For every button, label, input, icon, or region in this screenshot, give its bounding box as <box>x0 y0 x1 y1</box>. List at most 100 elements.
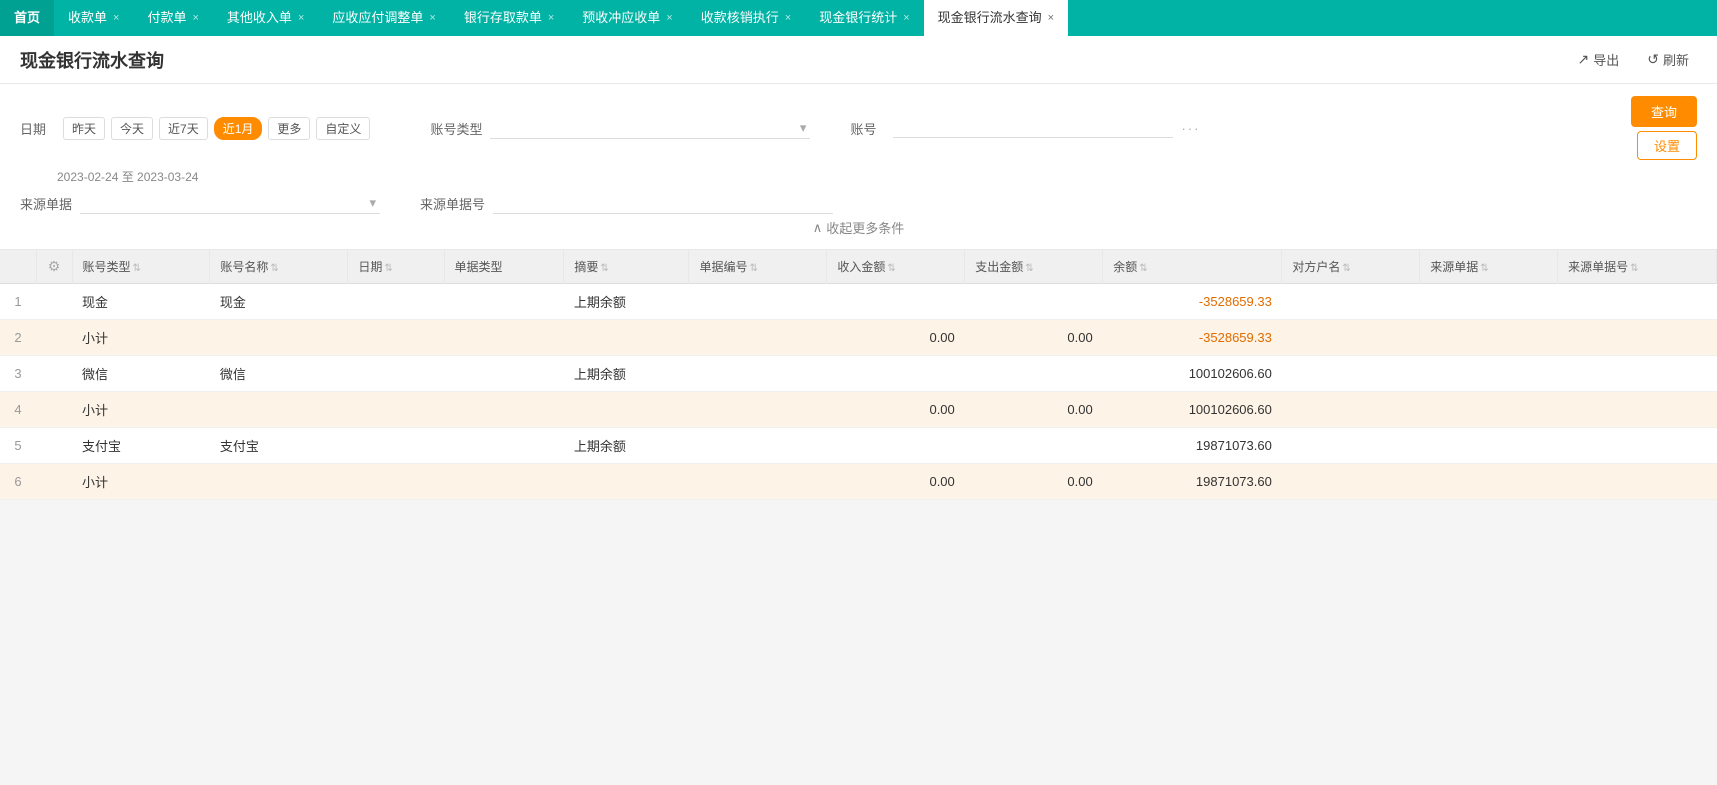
row-gear-cell <box>36 464 72 500</box>
sort-icon: ⇅ <box>600 263 608 274</box>
close-tab-icon[interactable]: × <box>192 0 198 36</box>
row-gear-cell <box>36 428 72 464</box>
cell-summary <box>564 392 689 428</box>
cell-source_doc_no <box>1558 284 1717 320</box>
account-type-select[interactable]: ▾ <box>490 118 810 139</box>
cell-doc_type <box>444 392 564 428</box>
close-tab-icon[interactable]: × <box>113 0 119 36</box>
nav-tab-现金银行流水查询[interactable]: 现金银行流水查询× <box>924 0 1068 36</box>
cell-account_name <box>210 320 348 356</box>
date-options: 昨天今天近7天近1月更多自定义 <box>63 117 370 140</box>
cell-summary <box>564 464 689 500</box>
close-tab-icon[interactable]: × <box>1048 0 1054 36</box>
sort-icon: ⇅ <box>270 263 278 274</box>
table-row: 2小计0.000.00-3528659.33 <box>0 320 1717 356</box>
date-label: 日期 <box>20 119 55 138</box>
sort-icon: ⇅ <box>887 263 895 274</box>
source-doc-no-input[interactable] <box>493 194 833 214</box>
col-income[interactable]: 收入金额⇅ <box>827 250 965 284</box>
date-option-近7天[interactable]: 近7天 <box>159 117 208 140</box>
header-actions: ↗ 导出 ↺ 刷新 <box>1570 46 1698 73</box>
col-source_doc[interactable]: 来源单据⇅ <box>1420 250 1558 284</box>
cell-doc_type <box>444 320 564 356</box>
nav-tab-收款单[interactable]: 收款单× <box>54 0 133 36</box>
cell-counterpart <box>1282 392 1420 428</box>
row-number: 2 <box>0 320 36 356</box>
nav-tab-银行存取款单[interactable]: 银行存取款单× <box>450 0 568 36</box>
col-doc_no[interactable]: 单据编号⇅ <box>689 250 827 284</box>
cell-balance: 19871073.60 <box>1103 428 1282 464</box>
nav-tab-其他收入单[interactable]: 其他收入单× <box>213 0 318 36</box>
cell-source_doc <box>1420 284 1558 320</box>
nav-tab-收款核销执行[interactable]: 收款核销执行× <box>687 0 805 36</box>
settings-button[interactable]: 设置 <box>1637 131 1697 160</box>
account-type-filter: 账号类型 ▾ <box>430 118 810 139</box>
sort-icon: ⇅ <box>1025 263 1033 274</box>
cell-balance: -3528659.33 <box>1103 284 1282 320</box>
refresh-button[interactable]: ↺ 刷新 <box>1639 46 1697 73</box>
account-input[interactable] <box>893 118 1173 138</box>
cell-doc_type <box>444 356 564 392</box>
col-summary[interactable]: 摘要⇅ <box>564 250 689 284</box>
col-account_name[interactable]: 账号名称⇅ <box>210 250 348 284</box>
cell-summary: 上期余额 <box>564 356 689 392</box>
close-tab-icon[interactable]: × <box>903 0 909 36</box>
table-row: 5支付宝支付宝上期余额19871073.60 <box>0 428 1717 464</box>
date-option-昨天[interactable]: 昨天 <box>63 117 105 140</box>
nav-home[interactable]: 首页 <box>0 0 54 36</box>
cell-counterpart <box>1282 428 1420 464</box>
cell-account_type: 微信 <box>72 356 210 392</box>
col-counterpart[interactable]: 对方户名⇅ <box>1282 250 1420 284</box>
nav-tab-现金银行统计[interactable]: 现金银行统计× <box>805 0 923 36</box>
date-option-近1月[interactable]: 近1月 <box>214 117 263 140</box>
date-option-更多[interactable]: 更多 <box>268 117 310 140</box>
sort-icon: ⇅ <box>1480 263 1488 274</box>
cell-doc_type <box>444 284 564 320</box>
sort-icon: ⇅ <box>749 263 757 274</box>
date-option-今天[interactable]: 今天 <box>111 117 153 140</box>
nav-tab-应收应付调整单[interactable]: 应收应付调整单× <box>318 0 449 36</box>
row-number: 5 <box>0 428 36 464</box>
nav-tab-预收冲应收单[interactable]: 预收冲应收单× <box>568 0 686 36</box>
col-account_type[interactable]: 账号类型⇅ <box>72 250 210 284</box>
close-tab-icon[interactable]: × <box>298 0 304 36</box>
row-gear-cell <box>36 284 72 320</box>
cell-income: 0.00 <box>827 392 965 428</box>
cell-account_type: 小计 <box>72 320 210 356</box>
source-doc-select[interactable]: ▾ <box>80 193 380 214</box>
table-row: 4小计0.000.00100102606.60 <box>0 392 1717 428</box>
cell-source_doc_no <box>1558 392 1717 428</box>
collapse-bar[interactable]: ∧ 收起更多条件 <box>20 214 1697 237</box>
col-source_doc_no[interactable]: 来源单据号⇅ <box>1558 250 1717 284</box>
col-balance[interactable]: 余额⇅ <box>1103 250 1282 284</box>
data-table: ⚙ 账号类型⇅账号名称⇅日期⇅单据类型摘要⇅单据编号⇅收入金额⇅支出金额⇅余额⇅对… <box>0 250 1717 500</box>
close-tab-icon[interactable]: × <box>429 0 435 36</box>
col-expense[interactable]: 支出金额⇅ <box>965 250 1103 284</box>
cell-account_type: 小计 <box>72 392 210 428</box>
col-doc_type: 单据类型 <box>444 250 564 284</box>
close-tab-icon[interactable]: × <box>785 0 791 36</box>
cell-expense <box>965 356 1103 392</box>
cell-income <box>827 356 965 392</box>
cell-summary: 上期余额 <box>564 284 689 320</box>
gear-icon[interactable]: ⚙ <box>48 258 61 274</box>
nav-tab-付款单[interactable]: 付款单× <box>133 0 212 36</box>
row-gear-cell <box>36 392 72 428</box>
col-date[interactable]: 日期⇅ <box>348 250 444 284</box>
refresh-icon: ↺ <box>1647 51 1659 68</box>
cell-source_doc <box>1420 392 1558 428</box>
more-dots-icon[interactable]: ··· <box>1181 121 1200 136</box>
close-tab-icon[interactable]: × <box>548 0 554 36</box>
cell-date <box>348 320 444 356</box>
chevron-down-icon-2: ▾ <box>369 195 376 211</box>
query-button[interactable]: 查询 <box>1631 96 1697 127</box>
close-tab-icon[interactable]: × <box>666 0 672 36</box>
cell-income <box>827 428 965 464</box>
cell-balance: 100102606.60 <box>1103 392 1282 428</box>
chevron-down-icon: ▾ <box>800 120 807 136</box>
source-doc-filter: 来源单据 ▾ <box>20 193 380 214</box>
export-button[interactable]: ↗ 导出 <box>1570 46 1628 73</box>
sort-icon: ⇅ <box>1342 263 1350 274</box>
cell-summary <box>564 320 689 356</box>
date-option-自定义[interactable]: 自定义 <box>316 117 370 140</box>
